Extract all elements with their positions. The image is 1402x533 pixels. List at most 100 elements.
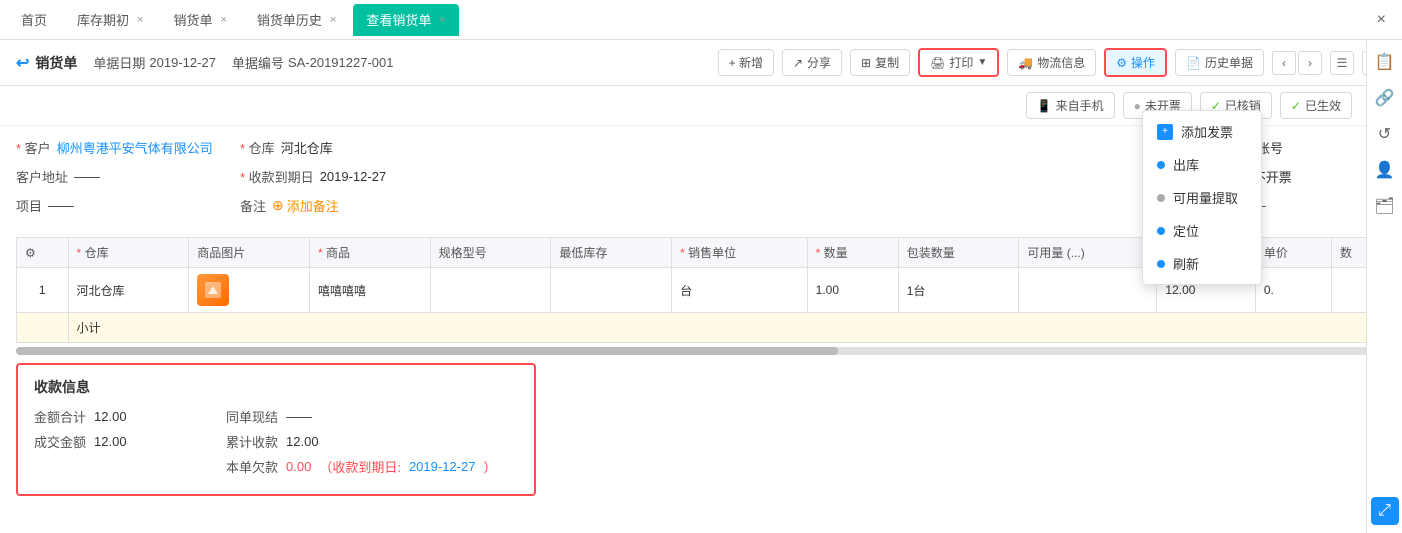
th-unit: 销售单位	[672, 238, 808, 268]
row-image	[189, 268, 310, 313]
logistics-button-label: 物流信息	[1037, 54, 1085, 71]
doc-date-item: 单据日期 2019-12-27	[93, 53, 216, 72]
project-label: 项目	[16, 196, 42, 215]
doc-title-section: ↩ 销货单	[16, 53, 77, 73]
tab-sales-history-label: 销货单历史	[257, 10, 322, 29]
refresh-dot	[1157, 260, 1165, 268]
project-field: 项目 ——	[16, 196, 216, 215]
th-quantity: 数量	[807, 238, 898, 268]
th-spec: 规格型号	[430, 238, 551, 268]
sidebar-icon-3[interactable]: ↺	[1371, 120, 1399, 148]
tab-view-sales-close[interactable]: ×	[439, 14, 445, 26]
row-available	[1019, 268, 1157, 313]
debt-note-close: ）	[483, 457, 496, 476]
note-field: 备注 ⊕ 添加备注	[240, 196, 440, 215]
tab-sales-order[interactable]: 销货单 ×	[160, 4, 239, 36]
th-warehouse: 仓库	[68, 238, 189, 268]
refresh-label: 刷新	[1173, 254, 1199, 273]
sidebar-icon-4[interactable]: 👤	[1371, 156, 1399, 184]
deal-amount-label: 成交金额	[34, 432, 86, 451]
debt-note: （收款到期日:	[319, 457, 401, 476]
th-pack-qty: 包装数量	[898, 238, 1019, 268]
from-phone-button[interactable]: 📱 来自手机	[1026, 92, 1115, 119]
cumulative-value: 12.00	[286, 434, 319, 449]
operations-button[interactable]: ⚙ 操作	[1104, 48, 1167, 77]
tab-view-sales[interactable]: 查看销货单 ×	[353, 4, 458, 36]
debt-date: 2019-12-27	[409, 459, 476, 474]
add-note-button[interactable]: ⊕ 添加备注	[272, 196, 339, 215]
history-button[interactable]: 📄 历史单据	[1175, 49, 1264, 76]
window-close-button[interactable]: ×	[1369, 11, 1394, 29]
debt-item: 本单欠款 0.00 （收款到期日: 2019-12-27 ）	[226, 457, 496, 476]
sidebar-icon-5[interactable]: 🗂	[1371, 192, 1399, 220]
add-invoice-item[interactable]: + 添加发票	[1143, 115, 1261, 148]
sidebar-icon-1[interactable]: 📋	[1371, 48, 1399, 76]
tab-view-sales-label: 查看销货单	[366, 10, 431, 29]
th-product: 商品	[309, 238, 430, 268]
debt-value: 0.00	[286, 459, 311, 474]
available-qty-dot	[1157, 194, 1165, 202]
row-index: 1	[17, 268, 69, 313]
share-button[interactable]: ↗ 分享	[782, 49, 842, 76]
share-button-label: 分享	[807, 54, 831, 71]
locate-item[interactable]: 定位	[1143, 214, 1261, 247]
th-min-stock: 最低库存	[551, 238, 672, 268]
outbound-dot	[1157, 161, 1165, 169]
check2-icon: ✓	[1291, 99, 1301, 113]
customer-value[interactable]: 柳州粤港平安气体有限公司	[57, 138, 213, 157]
tab-sales-order-close[interactable]: ×	[220, 14, 226, 26]
add-invoice-icon: +	[1157, 124, 1173, 140]
tab-bar: 首页 库存期初 × 销货单 × 销货单历史 × 查看销货单 × ×	[0, 0, 1402, 40]
tab-inventory-close[interactable]: ×	[137, 14, 143, 26]
same-order-label: 同单现结	[226, 407, 278, 426]
new-button[interactable]: + 新增	[718, 49, 774, 76]
add-note-icon: ⊕	[272, 197, 284, 214]
th-settings[interactable]: ⚙	[17, 238, 69, 268]
payment-row-1: 金额合计 12.00 同单现结 ——	[34, 407, 518, 426]
refresh-item[interactable]: 刷新	[1143, 247, 1261, 280]
history-icon: 📄	[1186, 56, 1201, 70]
warehouse-label: 仓库	[240, 138, 275, 157]
row-warehouse: 河北仓库	[68, 268, 189, 313]
print-button[interactable]: 🖨 打印 ▼	[918, 48, 999, 77]
th-available: 可用量 (...)	[1019, 238, 1157, 268]
check2-button[interactable]: ✓ 已生效	[1280, 92, 1352, 119]
due-date-field: 收款到期日 2019-12-27	[240, 167, 440, 186]
row-spec	[430, 268, 551, 313]
address-label: 客户地址	[16, 167, 68, 186]
due-date-value: 2019-12-27	[320, 169, 387, 184]
next-button[interactable]: ›	[1298, 51, 1322, 75]
note-label: 备注	[240, 196, 266, 215]
add-invoice-label: 添加发票	[1181, 122, 1233, 141]
logistics-button[interactable]: 🚚 物流信息	[1007, 49, 1096, 76]
print-icon: 🖨	[930, 56, 945, 70]
row-pack-qty: 1台	[898, 268, 1019, 313]
sidebar-icon-expand[interactable]: ⤢	[1371, 497, 1399, 525]
tab-inventory[interactable]: 库存期初 ×	[64, 4, 156, 36]
sidebar-icon-2[interactable]: 🔗	[1371, 84, 1399, 112]
horizontal-scrollbar[interactable]	[16, 347, 1386, 355]
tab-inventory-label: 库存期初	[77, 10, 129, 29]
outbound-label: 出库	[1173, 155, 1199, 174]
row-unit: 台	[672, 268, 808, 313]
list-view-button[interactable]: ☰	[1330, 51, 1354, 75]
prev-button[interactable]: ‹	[1272, 51, 1296, 75]
th-image: 商品图片	[189, 238, 310, 268]
due-date-label: 收款到期日	[240, 167, 314, 186]
new-button-label: + 新增	[729, 54, 763, 71]
available-qty-item[interactable]: 可用量提取	[1143, 181, 1261, 214]
outbound-item[interactable]: 出库	[1143, 148, 1261, 181]
share-icon: ↗	[793, 56, 803, 70]
payment-title: 收款信息	[34, 377, 518, 397]
locate-dot	[1157, 227, 1165, 235]
same-order-settlement-item: 同单现结 ——	[226, 407, 386, 426]
operations-dropdown: + 添加发票 出库 可用量提取 定位 刷新	[1142, 110, 1262, 285]
product-image	[197, 274, 229, 306]
project-value: ——	[48, 198, 74, 213]
cumulative-payment-item: 累计收款 12.00	[226, 432, 386, 451]
copy-button[interactable]: ⊞ 复制	[850, 49, 910, 76]
tab-sales-history-close[interactable]: ×	[330, 14, 336, 26]
tab-home[interactable]: 首页	[8, 4, 60, 36]
locate-label: 定位	[1173, 221, 1199, 240]
tab-sales-history[interactable]: 销货单历史 ×	[244, 4, 349, 36]
